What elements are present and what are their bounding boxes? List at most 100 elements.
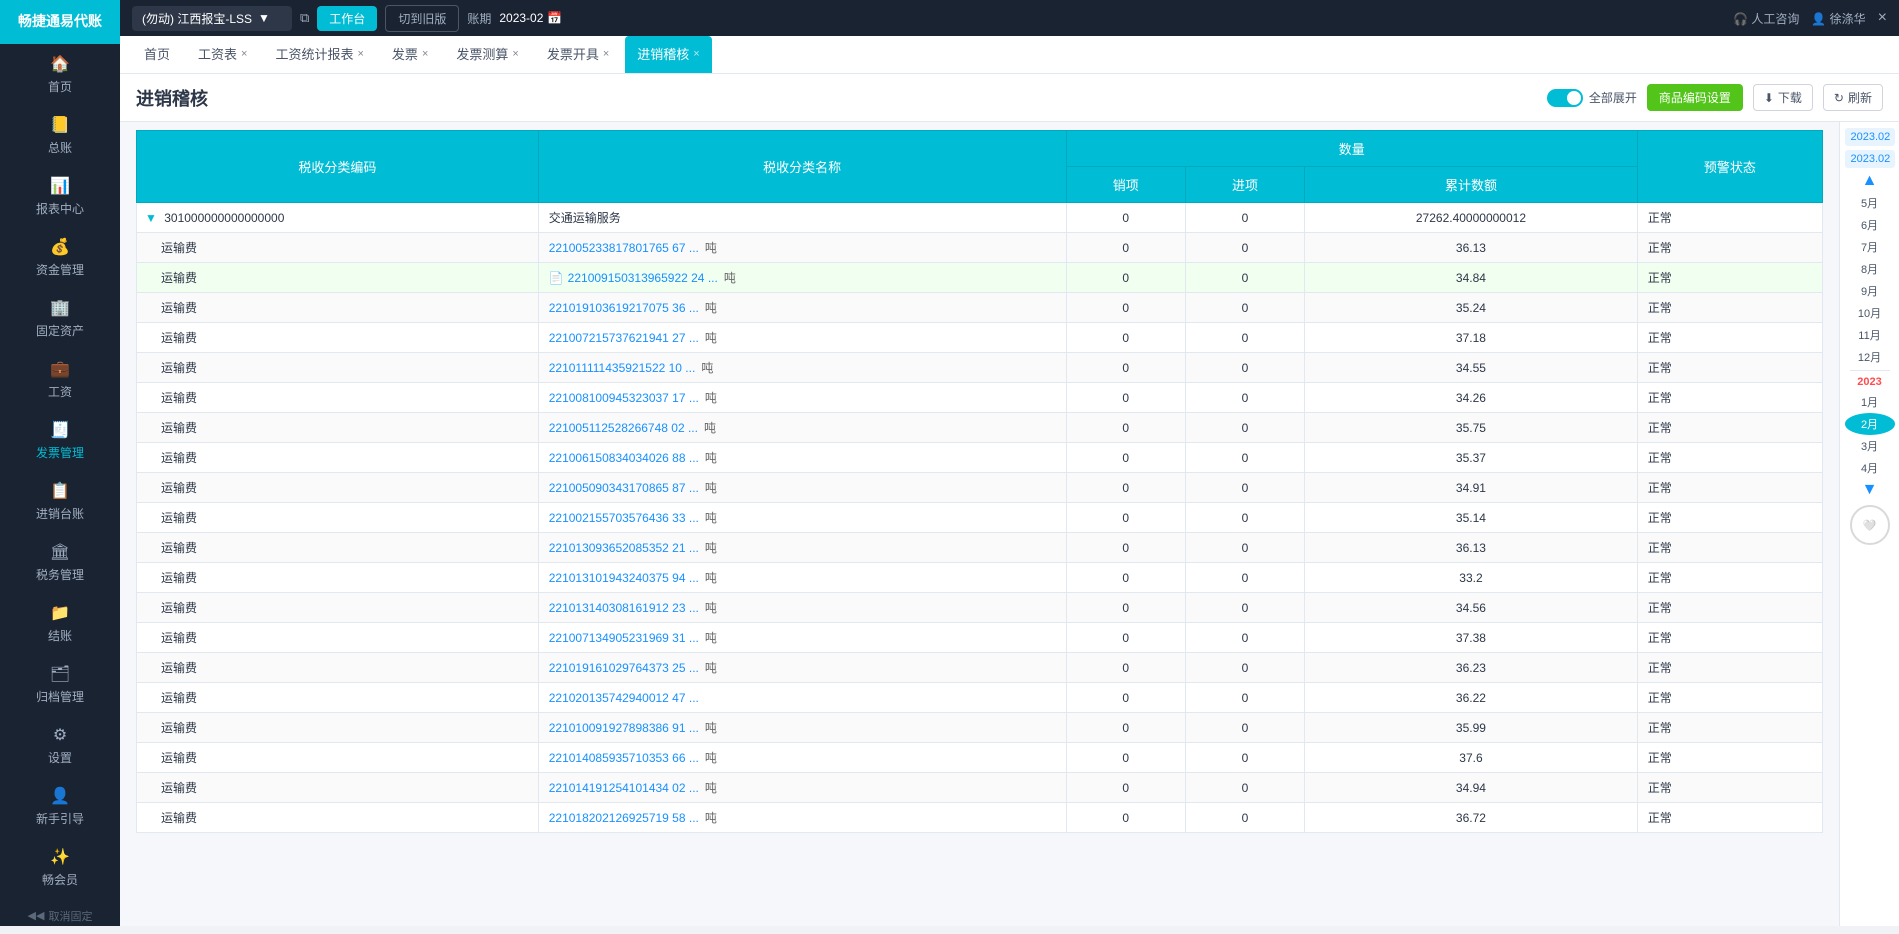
expand-toggle-switch[interactable] bbox=[1547, 89, 1583, 107]
tab-invoice-calc[interactable]: 发票测算 × bbox=[444, 36, 530, 73]
sidebar-item-home[interactable]: 🏠 首页 bbox=[0, 44, 120, 105]
table-cell-code: 运输费 bbox=[137, 623, 539, 653]
tab-invoice-issue[interactable]: 发票开具 × bbox=[535, 36, 621, 73]
month-may[interactable]: 5月 bbox=[1845, 192, 1895, 214]
service-button[interactable]: 🎧 人工咨询 bbox=[1733, 10, 1799, 27]
purchase-ledger-icon: 📋 bbox=[50, 481, 70, 501]
table-cell-sales: 0 bbox=[1066, 473, 1185, 503]
sidebar-item-assets[interactable]: 🏢 固定资产 bbox=[0, 288, 120, 349]
table-cell-sales: 0 bbox=[1066, 413, 1185, 443]
year-tag-2023[interactable]: 2023.02 bbox=[1845, 128, 1895, 146]
tab-invoice[interactable]: 发票 × bbox=[380, 36, 440, 73]
month-apr[interactable]: 4月 bbox=[1845, 457, 1895, 479]
header-actions: 全部展开 商品编码设置 ⬇ 下载 ↻ 刷新 bbox=[1547, 84, 1883, 111]
sidebar-item-settle[interactable]: 📁 结账 bbox=[0, 593, 120, 654]
table-cell-cumulative: 36.22 bbox=[1305, 683, 1638, 713]
tabbar: 首页 工资表 × 工资统计报表 × 发票 × 发票测算 × 发票开具 × 进销稽… bbox=[120, 36, 1899, 74]
expand-toggle-label[interactable]: 全部展开 bbox=[1547, 89, 1637, 107]
content-area: 进销稽核 全部展开 商品编码设置 ⬇ 下载 ↻ 刷新 bbox=[120, 74, 1899, 926]
table-cell-code: 运输费 bbox=[137, 503, 539, 533]
tab-reconcile[interactable]: 进销稽核 × bbox=[625, 36, 711, 73]
user-avatar[interactable]: 👤 徐涤华 bbox=[1811, 10, 1865, 27]
table-cell-purchase: 0 bbox=[1185, 533, 1304, 563]
month-jan[interactable]: 1月 bbox=[1845, 391, 1895, 413]
table-cell-status: 正常 bbox=[1637, 263, 1822, 293]
year-tag-2023b[interactable]: 2023.02 bbox=[1845, 150, 1895, 168]
table-cell-sales: 0 bbox=[1066, 263, 1185, 293]
tab-salary[interactable]: 工资表 × bbox=[186, 36, 259, 73]
workspace-button[interactable]: 工作台 bbox=[317, 6, 377, 31]
table-cell-sales: 0 bbox=[1066, 593, 1185, 623]
tab-close-salary[interactable]: × bbox=[241, 48, 247, 60]
refresh-button[interactable]: ↻ 刷新 bbox=[1823, 84, 1883, 111]
company-selector[interactable]: (勿动) 江西报宝-LSS ▼ bbox=[132, 6, 292, 31]
sidebar-item-settings[interactable]: ⚙ 设置 bbox=[0, 715, 120, 776]
download-button[interactable]: ⬇ 下载 bbox=[1753, 84, 1813, 111]
table-cell-invoice: 221013093652085352 21 ...吨 bbox=[538, 533, 1066, 563]
period-value[interactable]: 2023-02 📅 bbox=[499, 11, 562, 25]
table-cell-status: 正常 bbox=[1637, 503, 1822, 533]
sidebar-item-guide[interactable]: 👤 新手引导 bbox=[0, 776, 120, 837]
table-cell-invoice: 📄221009150313965922 24 ...吨 bbox=[538, 263, 1066, 293]
topbar-right: 🎧 人工咨询 👤 徐涤华 × bbox=[1733, 9, 1887, 27]
sidebar-item-invoice-mgmt[interactable]: 🧾 发票管理 bbox=[0, 410, 120, 471]
table-cell-sales: 0 bbox=[1066, 653, 1185, 683]
table-cell-cumulative: 34.94 bbox=[1305, 773, 1638, 803]
copy-icon[interactable]: ⧉ bbox=[300, 10, 309, 26]
table-cell-sales: 0 bbox=[1066, 293, 1185, 323]
month-oct[interactable]: 10月 bbox=[1845, 302, 1895, 324]
settings-icon: ⚙ bbox=[53, 725, 67, 745]
month-nov[interactable]: 11月 bbox=[1845, 324, 1895, 346]
table-cell-sales: 0 bbox=[1066, 203, 1185, 233]
tab-salary-stats[interactable]: 工资统计报表 × bbox=[263, 36, 375, 73]
sidebar-item-purchase-ledger[interactable]: 📋 进销台账 bbox=[0, 471, 120, 532]
product-code-settings-button[interactable]: 商品编码设置 bbox=[1647, 84, 1743, 111]
table-cell-cumulative: 35.14 bbox=[1305, 503, 1638, 533]
sidebar-item-ledger[interactable]: 📒 总账 bbox=[0, 105, 120, 166]
table-cell-cumulative: 35.99 bbox=[1305, 713, 1638, 743]
table-cell-code: 运输费 bbox=[137, 803, 539, 833]
close-button[interactable]: × bbox=[1878, 9, 1887, 27]
tab-close-invoice[interactable]: × bbox=[422, 48, 428, 60]
unpin-button[interactable]: ◀◀ 取消固定 bbox=[0, 898, 120, 934]
funds-icon: 💰 bbox=[50, 237, 70, 257]
switch-version-button[interactable]: 切到旧版 bbox=[385, 5, 459, 32]
sidebar-item-member[interactable]: ✨ 畅会员 bbox=[0, 837, 120, 898]
tab-home[interactable]: 首页 bbox=[132, 36, 182, 73]
table-cell-code: 运输费 bbox=[137, 323, 539, 353]
tab-close-salary-stats[interactable]: × bbox=[357, 48, 363, 60]
sidebar-item-reports[interactable]: 📊 报表中心 bbox=[0, 166, 120, 227]
table-cell-sales: 0 bbox=[1066, 503, 1185, 533]
month-jul[interactable]: 7月 bbox=[1845, 236, 1895, 258]
tab-close-reconcile[interactable]: × bbox=[693, 48, 699, 60]
month-feb[interactable]: 2月 bbox=[1845, 413, 1895, 435]
month-dec[interactable]: 12月 bbox=[1845, 346, 1895, 368]
table-cell-invoice: 221011111435921522 10 ...吨 bbox=[538, 353, 1066, 383]
table-cell-invoice: 221006150834034026 88 ...吨 bbox=[538, 443, 1066, 473]
invoice-mgmt-icon: 🧾 bbox=[50, 420, 70, 440]
tab-close-invoice-issue[interactable]: × bbox=[603, 48, 609, 60]
scroll-up-button[interactable]: ▲ bbox=[1860, 170, 1880, 192]
month-jun[interactable]: 6月 bbox=[1845, 214, 1895, 236]
collapse-icon[interactable]: ▼ bbox=[145, 211, 157, 225]
table-cell-sales: 0 bbox=[1066, 233, 1185, 263]
sidebar-item-funds[interactable]: 💰 资金管理 bbox=[0, 227, 120, 288]
table-cell-cumulative: 33.2 bbox=[1305, 563, 1638, 593]
th-purchase: 进项 bbox=[1185, 167, 1304, 203]
sidebar-item-archive[interactable]: 🗂 归档管理 bbox=[0, 654, 120, 715]
month-sep[interactable]: 9月 bbox=[1845, 280, 1895, 302]
month-aug[interactable]: 8月 bbox=[1845, 258, 1895, 280]
scroll-down-button[interactable]: ▼ bbox=[1860, 479, 1880, 501]
table-cell-code: ▼ 301000000000000000 bbox=[137, 203, 539, 233]
tab-close-invoice-calc[interactable]: × bbox=[512, 48, 518, 60]
heart-icon[interactable]: 🤍 bbox=[1850, 505, 1890, 545]
table-cell-status: 正常 bbox=[1637, 563, 1822, 593]
table-cell-invoice: 221005112528266748 02 ...吨 bbox=[538, 413, 1066, 443]
table-cell-invoice: 221014191254101434 02 ...吨 bbox=[538, 773, 1066, 803]
sidebar-item-salary[interactable]: 💼 工资 bbox=[0, 349, 120, 410]
guide-icon: 👤 bbox=[50, 786, 70, 806]
th-tax-code: 税收分类编码 bbox=[137, 131, 539, 203]
sidebar-item-tax[interactable]: 🏛 税务管理 bbox=[0, 532, 120, 593]
table-cell-cumulative: 34.91 bbox=[1305, 473, 1638, 503]
month-mar[interactable]: 3月 bbox=[1845, 435, 1895, 457]
